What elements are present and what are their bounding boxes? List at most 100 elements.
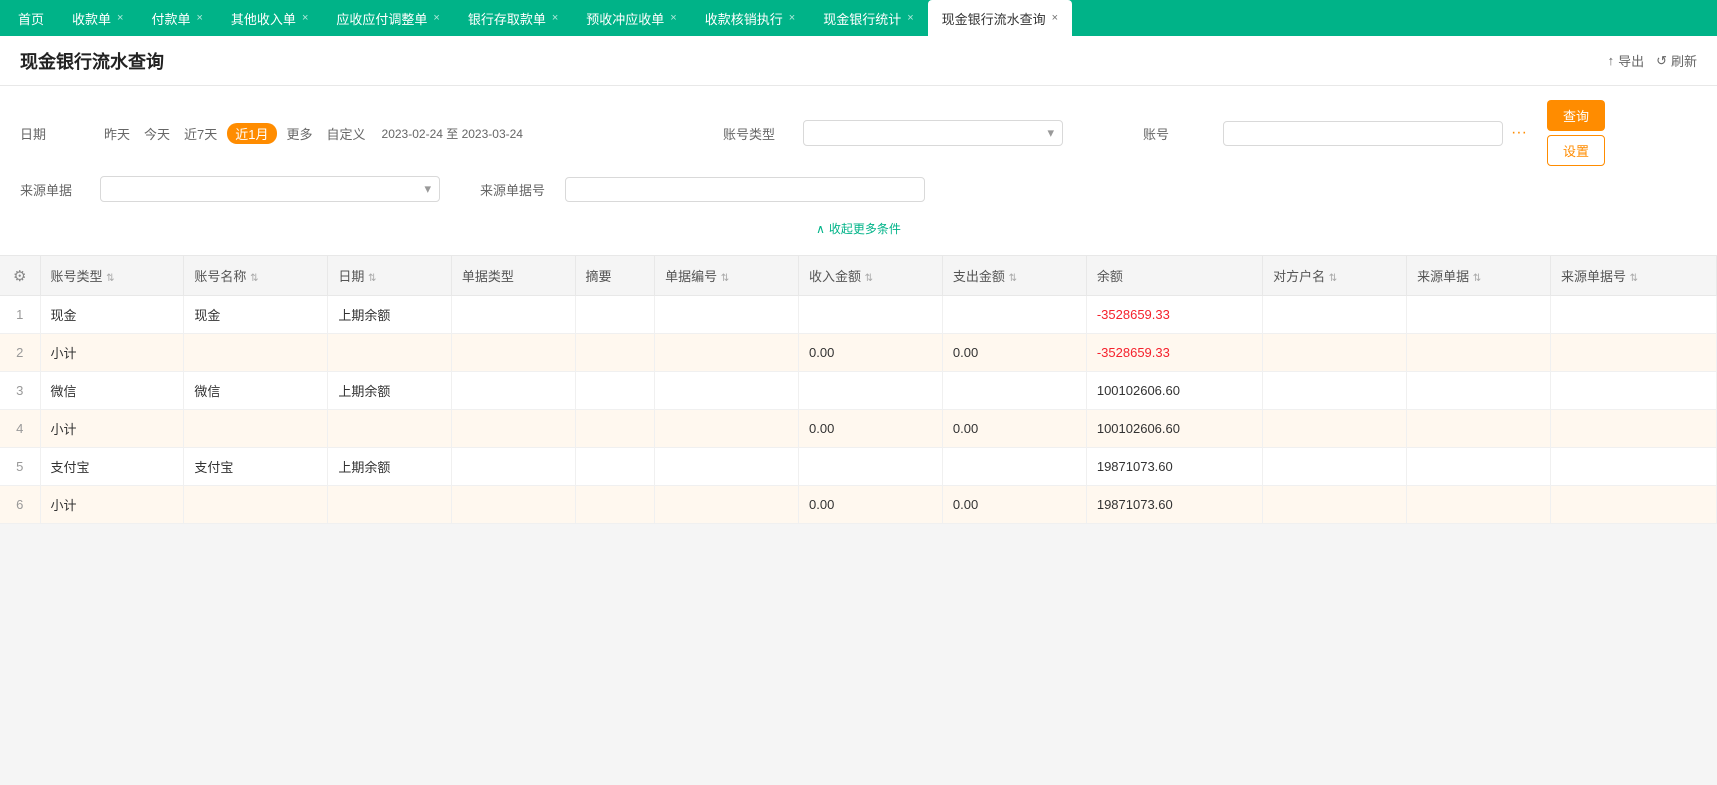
source-doc-no-input[interactable] (565, 177, 925, 202)
sort-icon: ⇅ (1009, 273, 1017, 284)
row-index: 6 (0, 486, 40, 524)
table-row: 1现金现金上期余额-3528659.33 (0, 296, 1717, 334)
cell-account-type: 现金 (40, 296, 184, 334)
cell-income: 0.00 (799, 410, 943, 448)
col-settings[interactable]: ⚙ (0, 256, 40, 296)
nav-other-income[interactable]: 其他收入单 × (217, 0, 322, 36)
cell-summary (575, 372, 655, 410)
cell-doc-no (655, 334, 799, 372)
nav-collection[interactable]: 收款核销执行 × (691, 0, 809, 36)
col-doc-type[interactable]: 单据类型 (451, 256, 575, 296)
cell-account-name: 现金 (184, 296, 328, 334)
nav-adjustment[interactable]: 应收应付调整单 × (322, 0, 453, 36)
filter-row-date: 日期 昨天 今天 近7天 近1月 更多 自定义 2023-02-24 至 202… (20, 100, 1697, 166)
page-header: 现金银行流水查询 ↑ 导出 ↺ 刷新 (0, 36, 1717, 86)
sort-icon: ⇅ (250, 273, 258, 284)
cell-income: 0.00 (799, 486, 943, 524)
cell-counterpart (1263, 448, 1407, 486)
shortcut-custom[interactable]: 自定义 (323, 123, 370, 144)
col-account-name[interactable]: 账号名称 ⇅ (184, 256, 328, 296)
close-icon[interactable]: × (1052, 12, 1058, 24)
col-counterpart[interactable]: 对方户名 ⇅ (1263, 256, 1407, 296)
col-summary[interactable]: 摘要 (575, 256, 655, 296)
data-table: ⚙ 账号类型 ⇅ 账号名称 ⇅ 日期 ⇅ 单据类型 摘 (0, 256, 1717, 524)
settings-button[interactable]: 设置 (1547, 135, 1605, 166)
cell-income: 0.00 (799, 334, 943, 372)
nav-payment[interactable]: 付款单 × (137, 0, 216, 36)
source-doc-select[interactable]: ▾ (100, 176, 440, 202)
col-balance[interactable]: 余额 (1086, 256, 1262, 296)
cell-doc-type (451, 410, 575, 448)
cell-source-doc-no (1550, 334, 1716, 372)
cell-income (799, 448, 943, 486)
table-row: 6小计0.000.0019871073.60 (0, 486, 1717, 524)
date-label: 日期 (20, 124, 80, 143)
row-index: 4 (0, 410, 40, 448)
cell-date: 上期余额 (328, 296, 452, 334)
sort-icon: ⇅ (106, 273, 114, 284)
col-source-doc[interactable]: 来源单据 ⇅ (1407, 256, 1551, 296)
account-type-select[interactable]: ▾ (803, 120, 1063, 146)
gear-icon[interactable]: ⚙ (13, 268, 26, 285)
more-options-button[interactable]: ··· (1511, 124, 1527, 142)
cell-balance: -3528659.33 (1086, 296, 1262, 334)
shortcut-today[interactable]: 今天 (140, 123, 174, 144)
cell-source-doc-no (1550, 372, 1716, 410)
close-icon[interactable]: × (117, 12, 123, 24)
account-type-label: 账号类型 (723, 124, 783, 143)
cell-source-doc (1407, 296, 1551, 334)
nav-home[interactable]: 首页 (4, 0, 58, 36)
close-icon[interactable]: × (907, 12, 913, 24)
cell-account-type: 小计 (40, 486, 184, 524)
cell-source-doc-no (1550, 296, 1716, 334)
nav-prepayment[interactable]: 预收冲应收单 × (572, 0, 690, 36)
shortcut-7days[interactable]: 近7天 (180, 123, 221, 144)
cell-doc-no (655, 486, 799, 524)
row-index: 3 (0, 372, 40, 410)
cell-account-type: 小计 (40, 410, 184, 448)
cell-account-name (184, 334, 328, 372)
sort-icon: ⇅ (1473, 273, 1481, 284)
cell-expense: 0.00 (942, 334, 1086, 372)
cell-source-doc-no (1550, 448, 1716, 486)
collapse-bar[interactable]: ∧ 收起更多条件 (20, 212, 1697, 241)
query-button[interactable]: 查询 (1547, 100, 1605, 131)
shortcut-more[interactable]: 更多 (283, 123, 317, 144)
collapse-up-icon: ∧ (816, 222, 825, 236)
refresh-button[interactable]: ↺ 刷新 (1656, 51, 1697, 70)
cell-doc-no (655, 296, 799, 334)
cell-balance: 100102606.60 (1086, 372, 1262, 410)
close-icon[interactable]: × (302, 12, 308, 24)
cell-counterpart (1263, 296, 1407, 334)
col-doc-no[interactable]: 单据编号 ⇅ (655, 256, 799, 296)
col-expense[interactable]: 支出金额 ⇅ (942, 256, 1086, 296)
cell-doc-type (451, 296, 575, 334)
export-button[interactable]: ↑ 导出 (1608, 51, 1645, 70)
nav-cash-stats[interactable]: 现金银行统计 × (809, 0, 927, 36)
chevron-down-icon: ▾ (424, 181, 431, 197)
col-date[interactable]: 日期 ⇅ (328, 256, 452, 296)
nav-bank-deposit[interactable]: 银行存取款单 × (454, 0, 572, 36)
cell-doc-type (451, 486, 575, 524)
close-icon[interactable]: × (789, 12, 795, 24)
shortcut-1month[interactable]: 近1月 (227, 123, 276, 144)
cell-summary (575, 486, 655, 524)
table-row: 4小计0.000.00100102606.60 (0, 410, 1717, 448)
col-source-doc-no[interactable]: 来源单据号 ⇅ (1550, 256, 1716, 296)
col-account-type[interactable]: 账号类型 ⇅ (40, 256, 184, 296)
filter-row-source: 来源单据 ▾ 来源单据号 (20, 176, 1697, 202)
nav-cash-flow[interactable]: 现金银行流水查询 × (928, 0, 1072, 36)
close-icon[interactable]: × (552, 12, 558, 24)
source-doc-no-label: 来源单据号 (480, 180, 545, 199)
table-header-row: ⚙ 账号类型 ⇅ 账号名称 ⇅ 日期 ⇅ 单据类型 摘 (0, 256, 1717, 296)
cell-account-name (184, 486, 328, 524)
cell-doc-no (655, 372, 799, 410)
cell-account-name (184, 410, 328, 448)
shortcut-yesterday[interactable]: 昨天 (100, 123, 134, 144)
close-icon[interactable]: × (670, 12, 676, 24)
nav-receipt[interactable]: 收款单 × (58, 0, 137, 36)
close-icon[interactable]: × (433, 12, 439, 24)
col-income[interactable]: 收入金额 ⇅ (799, 256, 943, 296)
account-input[interactable] (1223, 121, 1503, 146)
close-icon[interactable]: × (196, 12, 202, 24)
